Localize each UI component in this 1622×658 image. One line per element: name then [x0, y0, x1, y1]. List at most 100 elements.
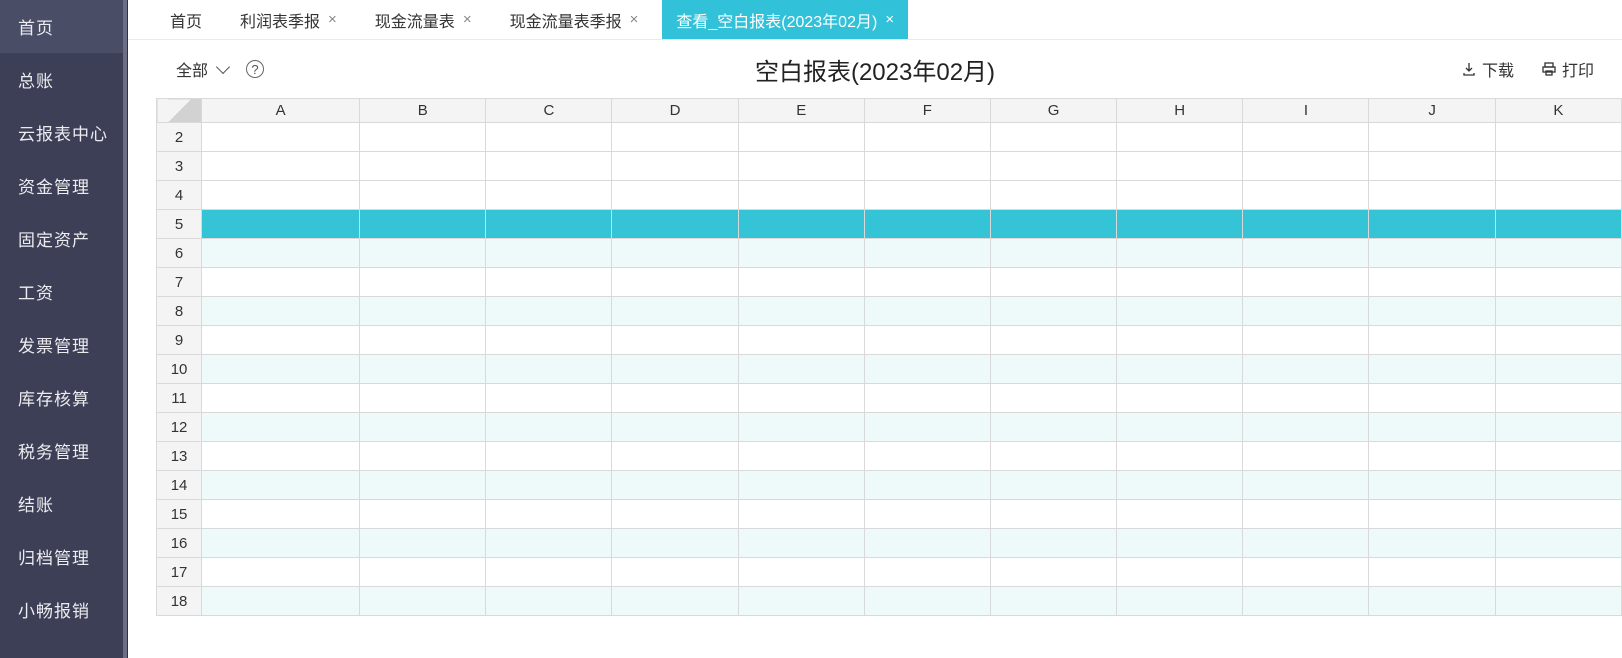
cell[interactable]	[360, 500, 486, 529]
filter-dropdown[interactable]: 全部 ?	[176, 57, 264, 81]
cell[interactable]	[360, 297, 486, 326]
cell[interactable]	[1369, 326, 1495, 355]
cell[interactable]	[990, 471, 1116, 500]
cell[interactable]	[1495, 558, 1621, 587]
cell[interactable]	[1117, 210, 1243, 239]
cell[interactable]	[612, 471, 738, 500]
column-header-i[interactable]: I	[1243, 99, 1369, 123]
cell[interactable]	[1243, 239, 1369, 268]
column-header-j[interactable]: J	[1369, 99, 1495, 123]
cell[interactable]	[864, 152, 990, 181]
row-header[interactable]: 3	[157, 152, 202, 181]
cell[interactable]	[1243, 529, 1369, 558]
cell[interactable]	[202, 239, 360, 268]
sidebar-item-home[interactable]: 首页	[0, 0, 127, 53]
tab-home[interactable]: 首页	[156, 0, 216, 39]
cell[interactable]	[612, 326, 738, 355]
sidebar-item-cloud-report[interactable]: 云报表中心	[0, 106, 127, 159]
cell[interactable]	[486, 123, 612, 152]
cell[interactable]	[612, 500, 738, 529]
cell[interactable]	[1117, 442, 1243, 471]
cell[interactable]	[1117, 471, 1243, 500]
cell[interactable]	[1369, 558, 1495, 587]
column-header-a[interactable]: A	[202, 99, 360, 123]
cell[interactable]	[1495, 297, 1621, 326]
cell[interactable]	[1117, 297, 1243, 326]
cell[interactable]	[1243, 558, 1369, 587]
cell[interactable]	[738, 471, 864, 500]
cell[interactable]	[990, 123, 1116, 152]
cell[interactable]	[864, 297, 990, 326]
cell[interactable]	[360, 384, 486, 413]
cell[interactable]	[360, 326, 486, 355]
cell[interactable]	[864, 326, 990, 355]
cell[interactable]	[738, 152, 864, 181]
sidebar-item-fixed-assets[interactable]: 固定资产	[0, 212, 127, 265]
cell[interactable]	[486, 558, 612, 587]
cell[interactable]	[1369, 500, 1495, 529]
cell[interactable]	[360, 442, 486, 471]
cell[interactable]	[1243, 181, 1369, 210]
cell[interactable]	[486, 529, 612, 558]
row-header[interactable]: 15	[157, 500, 202, 529]
cell[interactable]	[1495, 529, 1621, 558]
cell[interactable]	[864, 210, 990, 239]
cell[interactable]	[990, 587, 1116, 616]
cell[interactable]	[1495, 123, 1621, 152]
sidebar-item-invoice[interactable]: 发票管理	[0, 318, 127, 371]
cell[interactable]	[202, 413, 360, 442]
sheet-corner[interactable]	[157, 99, 202, 123]
cell[interactable]	[1243, 210, 1369, 239]
column-header-k[interactable]: K	[1495, 99, 1621, 123]
cell[interactable]	[486, 268, 612, 297]
column-header-d[interactable]: D	[612, 99, 738, 123]
row-header[interactable]: 5	[157, 210, 202, 239]
sidebar-scrollbar[interactable]	[123, 0, 127, 658]
cell[interactable]	[202, 210, 360, 239]
cell[interactable]	[612, 152, 738, 181]
cell[interactable]	[360, 558, 486, 587]
cell[interactable]	[202, 152, 360, 181]
row-header[interactable]: 2	[157, 123, 202, 152]
cell[interactable]	[612, 529, 738, 558]
cell[interactable]	[360, 268, 486, 297]
cell[interactable]	[360, 355, 486, 384]
cell[interactable]	[990, 355, 1116, 384]
cell[interactable]	[612, 413, 738, 442]
sidebar-item-closing[interactable]: 结账	[0, 477, 127, 530]
cell[interactable]	[612, 239, 738, 268]
cell[interactable]	[202, 268, 360, 297]
cell[interactable]	[1495, 384, 1621, 413]
row-header[interactable]: 14	[157, 471, 202, 500]
cell[interactable]	[486, 326, 612, 355]
cell[interactable]	[612, 558, 738, 587]
column-header-g[interactable]: G	[990, 99, 1116, 123]
cell[interactable]	[1243, 355, 1369, 384]
cell[interactable]	[202, 529, 360, 558]
cell[interactable]	[738, 413, 864, 442]
cell[interactable]	[864, 500, 990, 529]
cell[interactable]	[990, 558, 1116, 587]
column-header-b[interactable]: B	[360, 99, 486, 123]
cell[interactable]	[864, 239, 990, 268]
cell[interactable]	[1369, 297, 1495, 326]
cell[interactable]	[1117, 587, 1243, 616]
cell[interactable]	[738, 587, 864, 616]
cell[interactable]	[864, 181, 990, 210]
cell[interactable]	[1117, 326, 1243, 355]
cell[interactable]	[486, 181, 612, 210]
cell[interactable]	[864, 123, 990, 152]
cell[interactable]	[1117, 500, 1243, 529]
cell[interactable]	[202, 442, 360, 471]
cell[interactable]	[990, 181, 1116, 210]
cell[interactable]	[738, 123, 864, 152]
cell[interactable]	[1243, 123, 1369, 152]
cell[interactable]	[738, 210, 864, 239]
cell[interactable]	[738, 268, 864, 297]
cell[interactable]	[1243, 413, 1369, 442]
cell[interactable]	[864, 442, 990, 471]
cell[interactable]	[612, 181, 738, 210]
cell[interactable]	[1117, 152, 1243, 181]
cell[interactable]	[612, 268, 738, 297]
cell[interactable]	[360, 181, 486, 210]
